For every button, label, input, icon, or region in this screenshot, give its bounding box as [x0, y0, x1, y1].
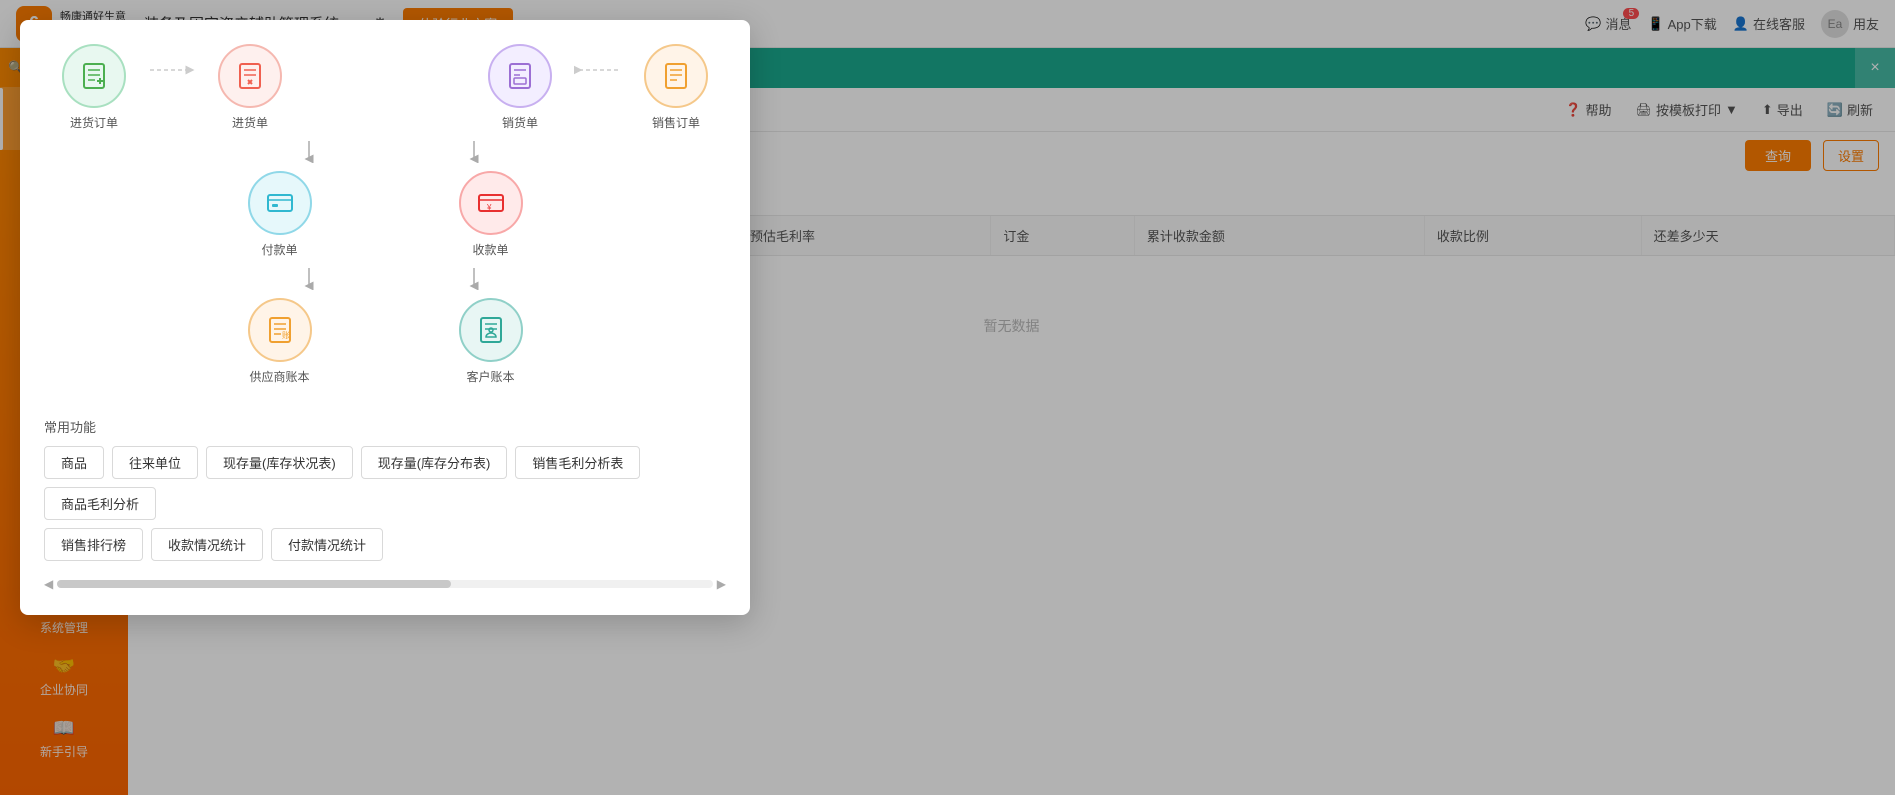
sales-bill-icon	[504, 60, 536, 92]
arrow-1	[144, 62, 200, 96]
customer-icon	[475, 314, 507, 346]
arrow-down-payment	[301, 266, 317, 290]
modal-card: 进货订单	[128, 48, 750, 615]
flow-row-1: 进货订单	[128, 48, 726, 131]
content-area: 首页 销售订单执行表 × × ❓ 帮助 🖨 按模板打印 ▼	[128, 48, 1895, 795]
flow-node-supplier[interactable]: 账 供应商账本	[230, 298, 330, 385]
scrollbar-thumb	[128, 580, 451, 588]
scrollbar-right-arrow[interactable]: ▶	[717, 577, 726, 591]
arrow-right-1	[148, 62, 196, 78]
sales-bill-circle	[488, 48, 552, 108]
flow-col-sales-order: 销售订单	[626, 48, 726, 131]
sales-order-label: 销售订单	[652, 114, 700, 131]
arrow-down-1	[301, 139, 317, 163]
payment-circle	[248, 171, 312, 235]
main-layout: 🔍 搜索菜单 🏠 快捷导航 📢 营销推广 🛒 销售管理 📦 采购管理 🗄 库存核…	[0, 48, 1895, 795]
scrollbar-track[interactable]	[128, 580, 713, 588]
func-btn-payment-stat[interactable]: 付款情况统计	[271, 528, 383, 561]
func-btn-sales-gross[interactable]: 销售毛利分析表	[515, 446, 640, 479]
func-btn-stock-status[interactable]: 现存量(库存状况表)	[206, 446, 353, 479]
flow-row-5: 账 供应商账本	[128, 298, 726, 385]
flow-col-payment: 付款单	[230, 171, 330, 258]
receipt-icon: ¥	[475, 187, 507, 219]
payment-label: 付款单	[261, 241, 297, 258]
flow-node-sales-order[interactable]: 销售订单	[626, 48, 726, 131]
flow-diagram: 进货订单	[128, 48, 726, 393]
func-buttons-row2: 销售排行榜 收款情况统计 付款情况统计	[128, 528, 726, 561]
customer-label: 客户账本	[466, 368, 514, 385]
func-btn-sales-rank[interactable]: 销售排行榜	[128, 528, 143, 561]
sales-order-icon	[660, 60, 692, 92]
flow-col-receipt: ¥ 收款单	[441, 171, 541, 258]
purchase-bill-label: 进货单	[232, 114, 268, 131]
func-btn-goods-gross[interactable]: 商品毛利分析	[128, 487, 156, 520]
arrow-down-sales	[466, 139, 482, 163]
receipt-circle: ¥	[459, 171, 523, 235]
svg-text:账: 账	[282, 331, 290, 340]
purchase-bill-circle	[218, 48, 282, 108]
flow-node-receipt[interactable]: ¥ 收款单	[441, 171, 541, 258]
modal-scrollbar: ◀ ▶	[128, 577, 726, 591]
receipt-label: 收款单	[472, 241, 508, 258]
flow-col-purchase-bill: 进货单	[200, 48, 300, 131]
overlay: 进货订单	[128, 48, 1895, 795]
flow-node-customer[interactable]: 客户账本	[441, 298, 541, 385]
supplier-icon: 账	[264, 314, 296, 346]
supplier-label: 供应商账本	[249, 368, 309, 385]
flow-col-supplier: 账 供应商账本	[230, 298, 330, 385]
func-buttons-row1: 商品 往来单位 现存量(库存状况表) 现存量(库存分布表) 销售毛利分析表 商品…	[128, 446, 726, 520]
sales-bill-label: 销货单	[502, 114, 538, 131]
supplier-circle: 账	[248, 298, 312, 362]
purchase-bill-icon	[234, 60, 266, 92]
arrow-down-3	[301, 266, 317, 290]
arrow-down-purchase	[301, 139, 317, 163]
arrow-left-2	[574, 62, 622, 78]
flow-col-customer: 客户账本	[441, 298, 541, 385]
flow-node-purchase-order[interactable]: 进货订单	[128, 48, 144, 131]
arrow-down-2	[466, 139, 482, 163]
customer-circle	[459, 298, 523, 362]
flow-col-purchase-order: 进货订单	[128, 48, 144, 131]
sales-order-circle	[644, 48, 708, 108]
func-btn-stock-dist[interactable]: 现存量(库存分布表)	[361, 446, 508, 479]
flow-row-4	[128, 266, 726, 290]
arrow-down-4	[466, 266, 482, 290]
flow-node-sales-bill[interactable]: 销货单	[470, 48, 570, 131]
flow-row-2	[128, 139, 726, 163]
common-functions: 常用功能 商品 往来单位 现存量(库存状况表) 现存量(库存分布表) 销售毛利分…	[128, 417, 726, 561]
func-btn-receipt-stat[interactable]: 收款情况统计	[151, 528, 263, 561]
flow-node-payment[interactable]: 付款单	[230, 171, 330, 258]
flow-col-sales-bill: 销货单	[470, 48, 570, 131]
arrow-down-receipt	[466, 266, 482, 290]
flow-row-3: 付款单 ¥	[128, 171, 726, 258]
common-title: 常用功能	[128, 417, 726, 436]
payment-icon	[264, 187, 296, 219]
flow-node-purchase-bill[interactable]: 进货单	[200, 48, 300, 131]
svg-text:¥: ¥	[486, 203, 492, 212]
func-btn-counterpart[interactable]: 往来单位	[128, 446, 198, 479]
arrow-2	[570, 62, 626, 96]
